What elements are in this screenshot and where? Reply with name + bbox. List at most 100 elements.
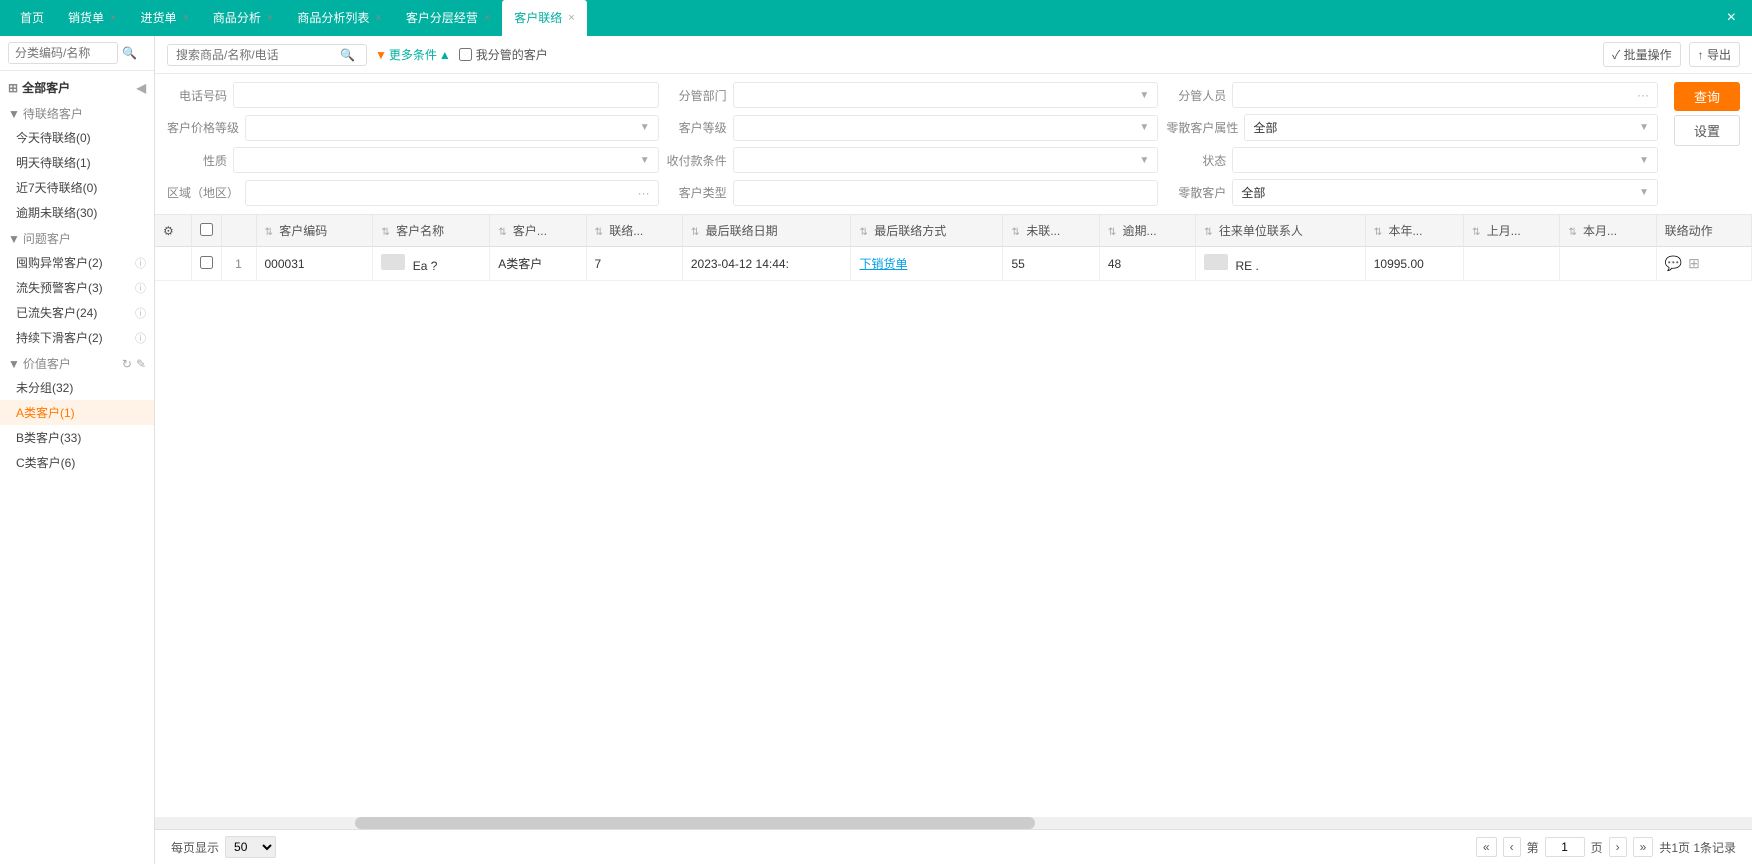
retail-customer-select[interactable]: 全部 ▼ <box>1232 179 1658 206</box>
nav-customer-contact[interactable]: 客户联络 × <box>502 0 586 36</box>
customer-type-field: 客户类型 <box>667 180 1159 206</box>
price-level-select[interactable]: ▼ <box>245 115 659 141</box>
name-col-header[interactable]: ⇅ 客户名称 <box>373 215 490 247</box>
sidebar-item-7days[interactable]: 近7天待联络(0) <box>0 175 154 200</box>
nav-product-analysis-list[interactable]: 商品分析列表 × <box>285 0 393 36</box>
query-button[interactable]: 查询 <box>1674 82 1740 111</box>
unit-contact-col-header[interactable]: ⇅ 往来单位联系人 <box>1196 215 1366 247</box>
group-value-customers[interactable]: ▼ 价值客户 ↻ ✎ <box>0 350 154 375</box>
row-checkbox[interactable] <box>200 256 213 269</box>
search-input[interactable] <box>176 48 336 62</box>
contact-col-header[interactable]: ⇅ 联络... <box>586 215 682 247</box>
sort-icon: ⇅ <box>1011 227 1019 238</box>
export-btn[interactable]: ↑ 导出 <box>1689 42 1740 67</box>
payment-select[interactable]: ▼ <box>733 147 1159 173</box>
overdue-col-header[interactable]: ⇅ 逾期... <box>1099 215 1195 247</box>
row-name[interactable]: Ea ? <box>373 247 490 281</box>
top-navigation: 首页 销货单 × 进货单 × 商品分析 × 商品分析列表 × 客户分层经营 × … <box>0 0 1752 36</box>
row-unit-contact: RE . <box>1196 247 1366 281</box>
nav-product-analysis[interactable]: 商品分析 × <box>201 0 285 36</box>
nav-home[interactable]: 首页 <box>8 0 56 36</box>
sidebar-search-input[interactable] <box>8 42 118 64</box>
sidebar-item-churn-warning[interactable]: 流失预警客户(3) ⓘ <box>0 275 154 300</box>
retail-attr-select[interactable]: 全部 ▼ <box>1244 114 1658 141</box>
search-container[interactable]: 🔍 <box>167 44 367 66</box>
search-icon[interactable]: 🔍 <box>122 46 137 60</box>
close-icon[interactable]: × <box>375 0 381 36</box>
sidebar-item-declining[interactable]: 持续下滑客户(2) ⓘ <box>0 325 154 350</box>
my-customers-checkbox[interactable] <box>459 48 472 61</box>
more-filters-btn[interactable]: ▼ 更多条件 ▲ <box>375 46 451 63</box>
close-icon[interactable]: × <box>568 0 574 36</box>
prev-page-btn[interactable]: ‹ <box>1503 837 1521 857</box>
close-all-icon[interactable]: × <box>1719 9 1744 26</box>
row-checkbox-cell[interactable] <box>191 247 221 281</box>
search-icon[interactable]: 🔍 <box>340 48 355 62</box>
message-icon[interactable]: 💬 <box>1665 255 1682 272</box>
close-icon[interactable]: × <box>484 0 490 36</box>
refresh-icon[interactable]: ↻ <box>122 357 132 371</box>
customer-type-input[interactable] <box>733 180 1159 206</box>
sidebar-item-tomorrow[interactable]: 明天待联络(1) <box>0 150 154 175</box>
region-select[interactable]: ··· <box>245 180 659 206</box>
last-date-col-header[interactable]: ⇅ 最后联络日期 <box>682 215 851 247</box>
close-icon[interactable]: × <box>110 0 116 36</box>
code-col-header[interactable]: ⇅ 客户编码 <box>256 215 373 247</box>
sidebar-item-a-class[interactable]: A类客户(1) <box>0 400 154 425</box>
page-number-input[interactable] <box>1545 837 1585 857</box>
sidebar-item-overdue[interactable]: 逾期未联络(30) <box>0 200 154 225</box>
settings-icon[interactable]: ⚙ <box>163 224 174 238</box>
not-contact-col-header[interactable]: ⇅ 未联... <box>1003 215 1099 247</box>
edit-icon[interactable]: ✎ <box>136 357 146 371</box>
all-customers-title[interactable]: ⊞ 全部客户 ◀ <box>0 71 154 100</box>
row-contact: 7 <box>586 247 682 281</box>
per-page-select[interactable]: 50 100 200 <box>225 836 276 858</box>
per-page-selector: 每页显示 50 100 200 <box>171 836 276 858</box>
last-month-col-header[interactable]: ⇅ 上月... <box>1463 215 1559 247</box>
close-icon[interactable]: × <box>267 0 273 36</box>
settings-col-header[interactable]: ⚙ <box>155 215 191 247</box>
price-level-field: 客户价格等级 ▼ <box>167 115 659 141</box>
chevron-down-icon: ▼ <box>1639 187 1649 198</box>
row-last-method[interactable]: 下销货单 <box>851 247 1003 281</box>
more-icon: ··· <box>1637 88 1649 102</box>
sidebar-item-b-class[interactable]: B类客户(33) <box>0 425 154 450</box>
nature-select[interactable]: ▼ <box>233 147 659 173</box>
close-icon[interactable]: × <box>182 0 188 36</box>
this-year-col-header[interactable]: ⇅ 本年... <box>1365 215 1463 247</box>
sidebar-item-no-group[interactable]: 未分组(32) <box>0 375 154 400</box>
nav-customer-segment[interactable]: 客户分层经营 × <box>394 0 502 36</box>
group-problem-customers[interactable]: ▼ 问题客户 <box>0 225 154 250</box>
group-waiting-contact[interactable]: ▼ 待联络客户 <box>0 100 154 125</box>
link-icon[interactable]: ⊞ <box>1688 255 1700 272</box>
scroll-thumb[interactable] <box>355 817 1035 829</box>
row-this-year: 10995.00 <box>1365 247 1463 281</box>
this-month-col-header[interactable]: ⇅ 本月... <box>1560 215 1656 247</box>
sidebar-item-today[interactable]: 今天待联络(0) <box>0 125 154 150</box>
settings-button[interactable]: 设置 <box>1674 115 1740 146</box>
customer-level-select[interactable]: ▼ <box>733 115 1159 141</box>
nav-sales[interactable]: 销货单 × <box>56 0 128 36</box>
last-page-btn[interactable]: » <box>1633 837 1654 857</box>
dept-select[interactable]: ▼ <box>733 82 1159 108</box>
next-page-btn[interactable]: › <box>1609 837 1627 857</box>
batch-operation-btn[interactable]: ✓ 批量操作 <box>1603 42 1681 67</box>
sort-icon: ⇅ <box>1568 227 1576 238</box>
checkbox-col-header[interactable] <box>191 215 221 247</box>
select-all-checkbox[interactable] <box>200 223 213 236</box>
sidebar-item-abnormal[interactable]: 囤购异常客户(2) ⓘ <box>0 250 154 275</box>
type-col-header[interactable]: ⇅ 客户... <box>490 215 586 247</box>
sidebar-item-churned[interactable]: 已流失客户(24) ⓘ <box>0 300 154 325</box>
row-this-month <box>1560 247 1656 281</box>
row-last-date: 2023-04-12 14:44: <box>682 247 851 281</box>
horizontal-scrollbar[interactable] <box>155 817 1752 829</box>
last-method-col-header[interactable]: ⇅ 最后联络方式 <box>851 215 1003 247</box>
first-page-btn[interactable]: « <box>1476 837 1497 857</box>
nav-purchase[interactable]: 进货单 × <box>128 0 200 36</box>
collapse-icon[interactable]: ◀ <box>137 81 146 95</box>
sidebar-item-c-class[interactable]: C类客户(6) <box>0 450 154 475</box>
status-select[interactable]: ▼ <box>1232 147 1658 173</box>
row-code[interactable]: 000031 <box>256 247 373 281</box>
manager-select[interactable]: ··· <box>1232 82 1658 108</box>
phone-input[interactable] <box>233 82 659 108</box>
